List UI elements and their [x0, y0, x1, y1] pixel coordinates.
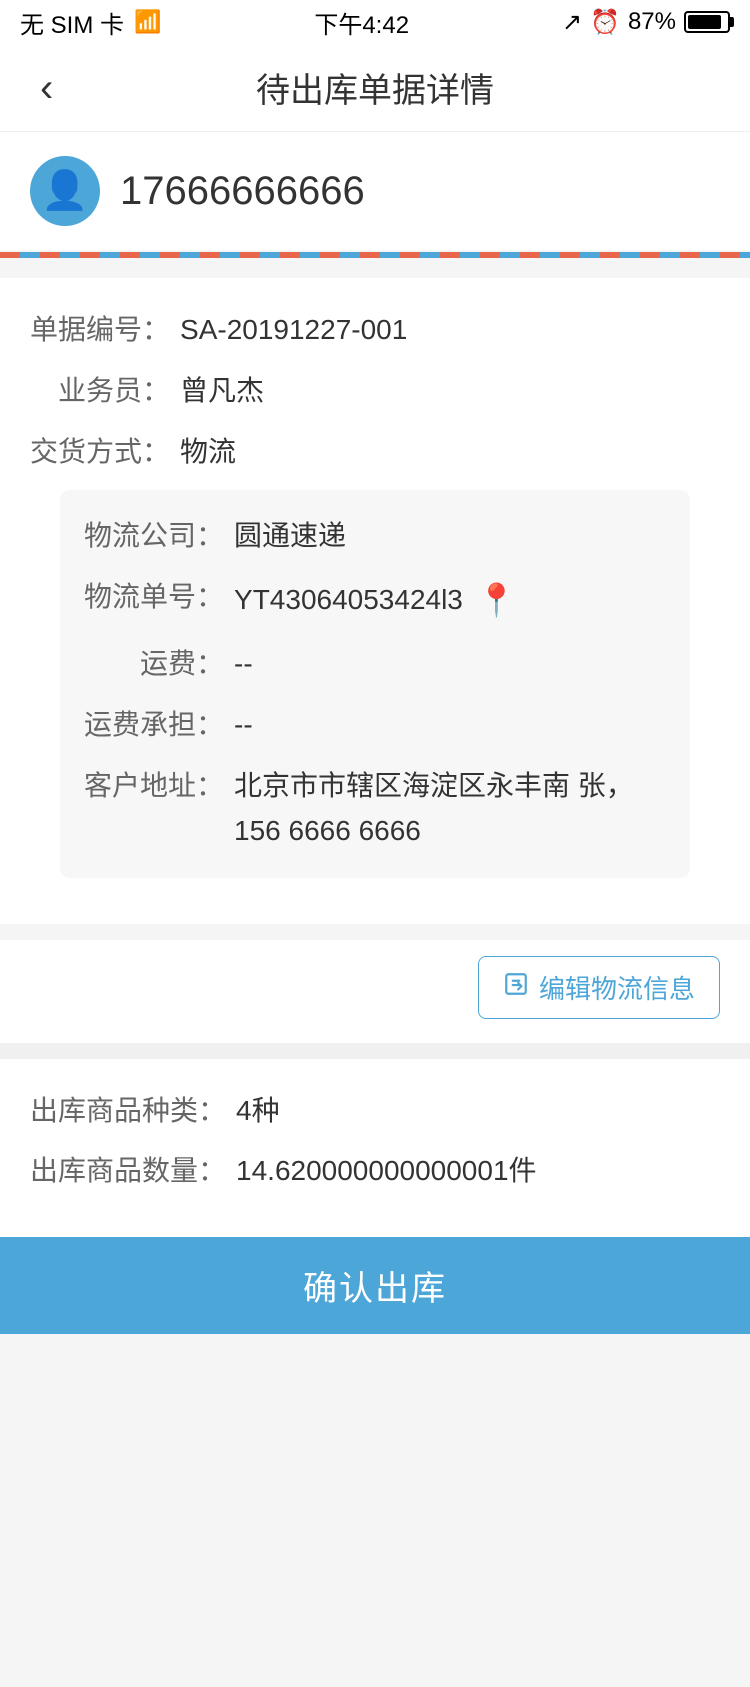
location-status-icon: ↗ [562, 8, 582, 37]
goods-quantity-row: 出库商品数量： 14.620000000000001件 [30, 1149, 720, 1194]
dashed-divider [0, 252, 750, 258]
delivery-row: 交货方式： 物流 [30, 430, 720, 475]
goods-type-value: 4种 [236, 1089, 280, 1134]
goods-quantity-value: 14.620000000000001件 [236, 1149, 537, 1194]
address-value: 北京市市辖区海淀区永丰南 张，156 6666 6666 [234, 764, 666, 854]
section-divider [0, 1043, 750, 1059]
order-number-label: 单据编号： [30, 308, 170, 353]
user-phone: 17666666666 [120, 169, 365, 214]
carrier-text: 无 SIM 卡 [20, 5, 124, 40]
location-pin-icon: 📍 [477, 575, 517, 626]
goods-section: 出库商品种类： 4种 出库商品数量： 14.620000000000001件 [0, 1059, 750, 1225]
freight-label: 运费： [84, 642, 224, 687]
tracking-row: 物流单号： YT43064053424l3 📍 [84, 575, 666, 626]
freight-bearer-row: 运费承担： -- [84, 703, 666, 748]
order-number-value: SA-20191227-001 [180, 308, 720, 353]
status-bar: 无 SIM 卡 📶 下午4:42 ↗ ⏰ 87% [0, 0, 750, 44]
tracking-label: 物流单号： [84, 575, 224, 620]
wifi-icon: 📶 [134, 9, 161, 35]
goods-type-row: 出库商品种类： 4种 [30, 1089, 720, 1134]
logistics-company-row: 物流公司： 圆通速递 [84, 514, 666, 559]
order-info-section: 单据编号： SA-20191227-001 业务员： 曾凡杰 交货方式： 物流 … [0, 278, 750, 924]
battery-icon [684, 11, 730, 33]
freight-value: -- [234, 642, 666, 687]
avatar-icon: 👤 [41, 169, 88, 213]
back-button[interactable]: ‹ [30, 58, 63, 118]
freight-row: 运费： -- [84, 642, 666, 687]
avatar: 👤 [30, 156, 100, 226]
salesman-row: 业务员： 曾凡杰 [30, 369, 720, 414]
time-display: 下午4:42 [314, 5, 409, 40]
alarm-icon: ⏰ [590, 8, 620, 37]
tracking-number: YT43064053424l3 [234, 578, 463, 623]
edit-icon [503, 971, 529, 1004]
user-header: 👤 17666666666 [0, 132, 750, 250]
edit-logistics-label: 编辑物流信息 [539, 969, 695, 1006]
confirm-btn-wrap: 确认出库 [0, 1237, 750, 1334]
battery-percent: 87% [628, 8, 676, 36]
order-number-row: 单据编号： SA-20191227-001 [30, 308, 720, 353]
salesman-value: 曾凡杰 [180, 369, 720, 414]
delivery-label: 交货方式： [30, 430, 170, 475]
address-row: 客户地址： 北京市市辖区海淀区永丰南 张，156 6666 6666 [84, 764, 666, 854]
delivery-value: 物流 [180, 430, 720, 475]
goods-type-label: 出库商品种类： [30, 1089, 226, 1134]
edit-btn-row: 编辑物流信息 [0, 940, 750, 1043]
nav-bar: ‹ 待出库单据详情 [0, 44, 750, 132]
edit-logistics-button[interactable]: 编辑物流信息 [478, 956, 720, 1019]
tracking-value-wrap: YT43064053424l3 📍 [234, 575, 666, 626]
salesman-label: 业务员： [30, 369, 170, 414]
freight-bearer-value: -- [234, 703, 666, 748]
logistics-company-value: 圆通速递 [234, 514, 666, 559]
goods-quantity-label: 出库商品数量： [30, 1149, 226, 1194]
freight-bearer-label: 运费承担： [84, 703, 224, 748]
logistics-company-label: 物流公司： [84, 514, 224, 559]
logistics-card: 物流公司： 圆通速递 物流单号： YT43064053424l3 📍 运费： -… [60, 490, 690, 877]
address-label: 客户地址： [84, 764, 224, 809]
page-title: 待出库单据详情 [256, 63, 494, 112]
bottom-spacer [0, 1327, 750, 1587]
confirm-outbound-button[interactable]: 确认出库 [303, 1261, 447, 1310]
